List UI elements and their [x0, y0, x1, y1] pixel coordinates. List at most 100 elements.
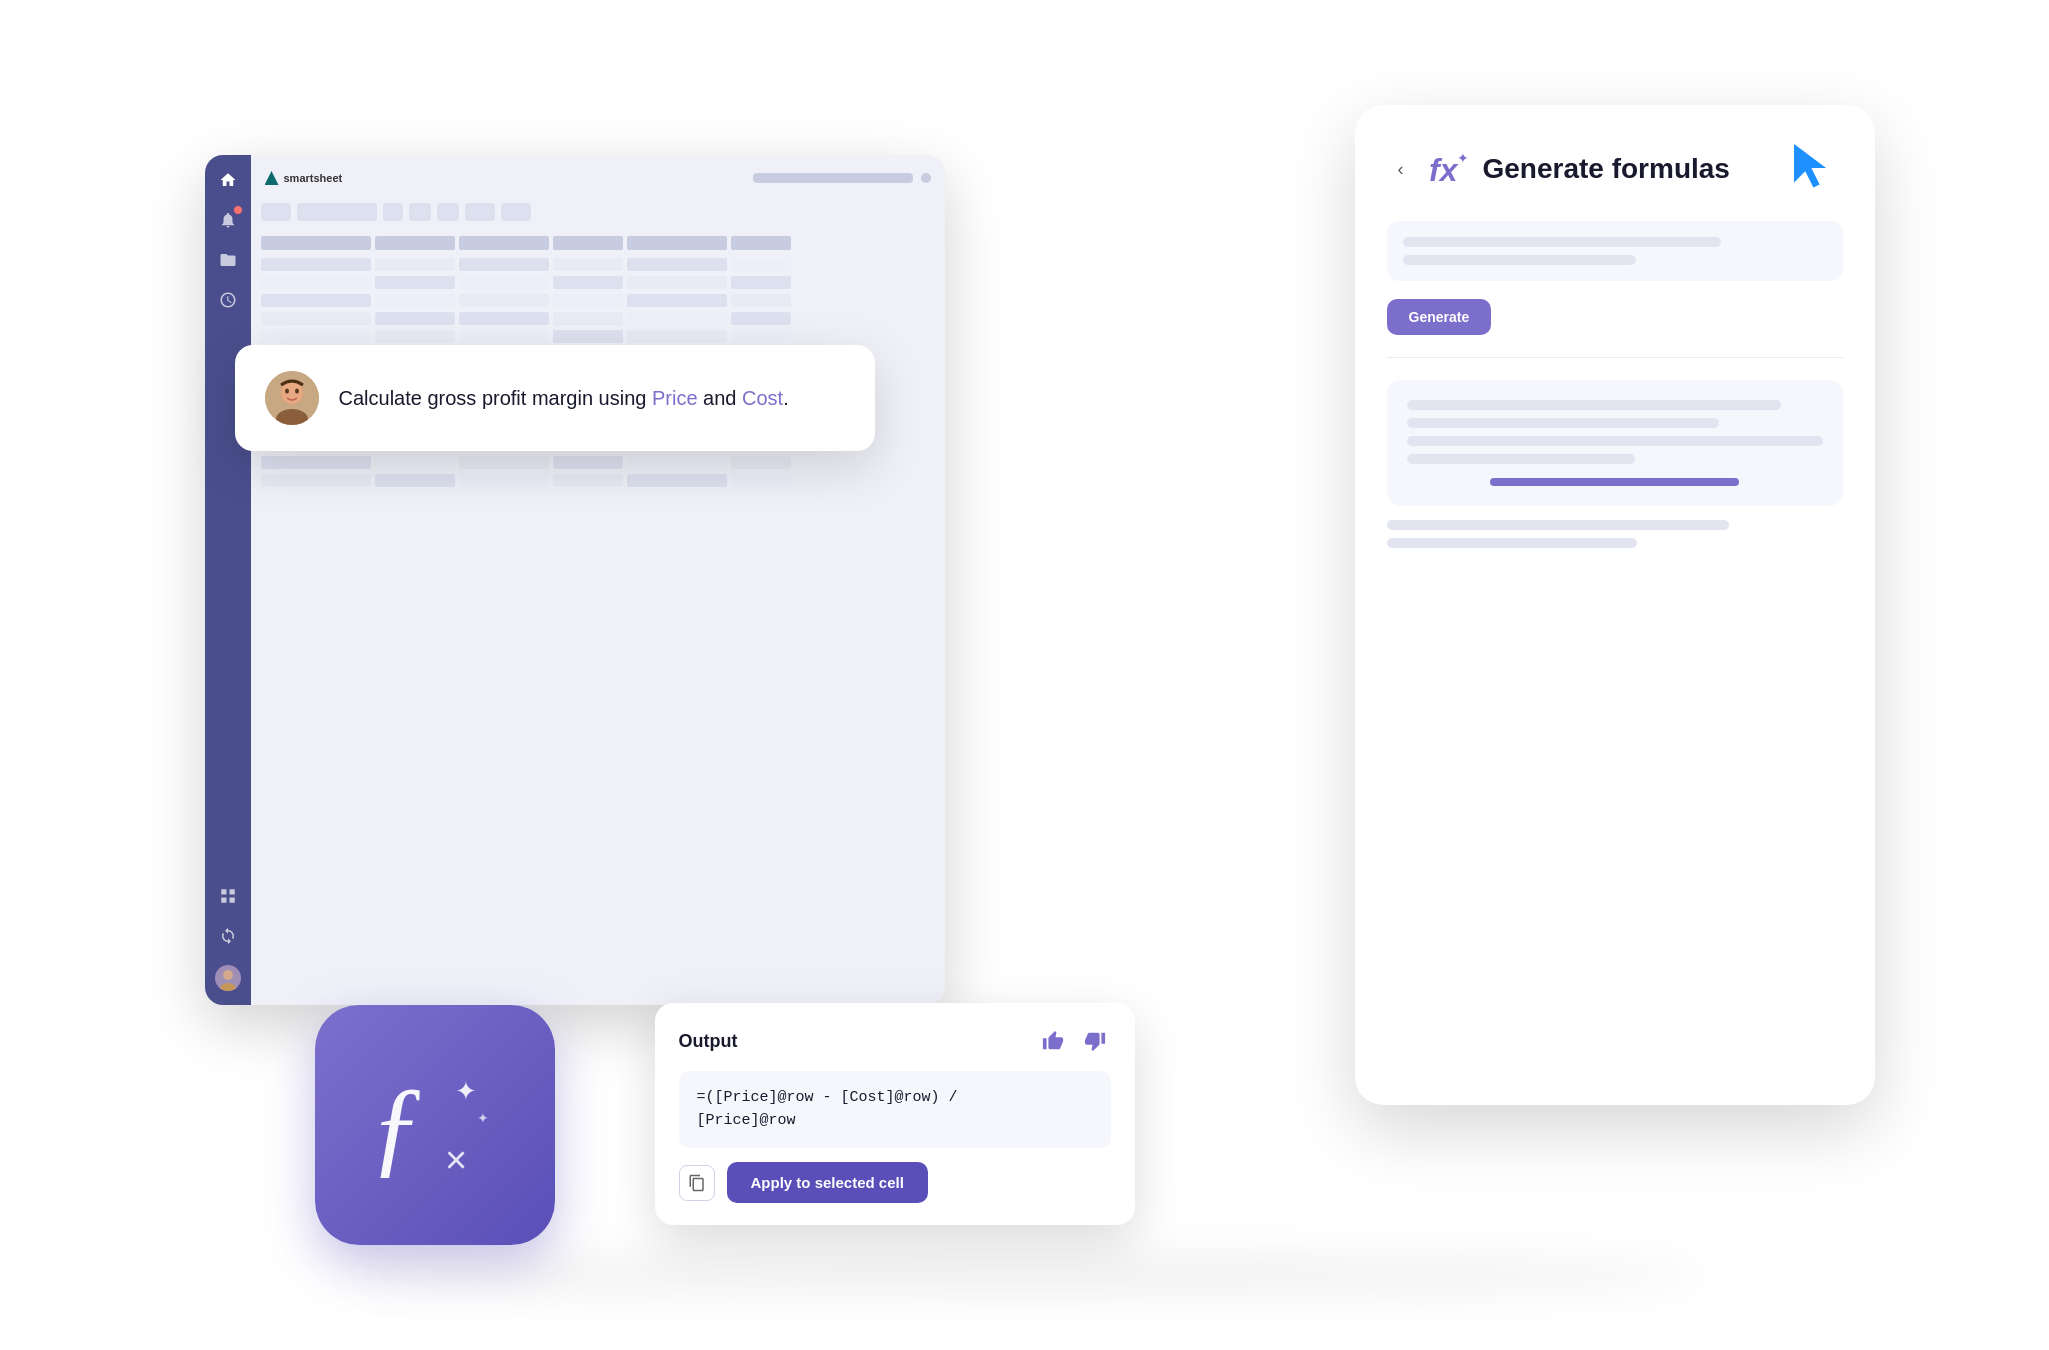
- svg-point-10: [285, 389, 289, 394]
- generate-button[interactable]: Generate: [1387, 299, 1492, 335]
- col-header-2: [375, 236, 455, 250]
- sidebar-icon-folder[interactable]: [217, 249, 239, 271]
- svg-text:fx: fx: [1429, 152, 1459, 188]
- result-line-2: [1407, 418, 1719, 428]
- thumbs-up-button[interactable]: [1037, 1025, 1069, 1057]
- input-area: [1387, 221, 1843, 281]
- sidebar-icon-bell[interactable]: [217, 209, 239, 231]
- tb-btn-7[interactable]: [501, 203, 531, 221]
- cell: [627, 276, 727, 289]
- sidebar-icon-clock[interactable]: [217, 289, 239, 311]
- sidebar-icon-home[interactable]: [217, 169, 239, 191]
- cell: [459, 276, 549, 289]
- app-window: smartsheet: [205, 155, 945, 1005]
- progress-line: [1490, 478, 1740, 486]
- cell: [375, 330, 455, 343]
- col-header-1: [261, 236, 371, 250]
- cursor-arrow-icon: [1783, 137, 1843, 197]
- table-row: [261, 312, 935, 325]
- formula-line-1: =([Price]@row - [Cost]@row) /: [697, 1089, 958, 1106]
- output-card: Output =([Price]@row - [Cost]@row) / [Pr…: [655, 1003, 1135, 1225]
- result-line-4: [1407, 454, 1636, 464]
- cell: [627, 294, 727, 307]
- apply-to-selected-cell-button[interactable]: Apply to selected cell: [727, 1162, 928, 1203]
- app-topbar: smartsheet: [261, 165, 935, 191]
- cell: [375, 456, 455, 469]
- cell: [375, 474, 455, 487]
- input-line-2: [1403, 255, 1636, 265]
- tb-btn-5[interactable]: [437, 203, 459, 221]
- cell: [261, 294, 371, 307]
- formula-text: =([Price]@row - [Cost]@row) / [Price]@ro…: [697, 1087, 1093, 1132]
- sidebar-icon-refresh[interactable]: [217, 925, 239, 947]
- prompt-cost-highlight: Cost: [742, 387, 783, 409]
- col-header-6: [731, 236, 791, 250]
- svg-text:✦: ✦: [455, 1076, 477, 1106]
- thumbs-container: [1037, 1025, 1111, 1057]
- cell: [553, 474, 623, 487]
- panel-header: ‹ fx ✦ Generate formulas: [1355, 105, 1875, 221]
- svg-text:✦: ✦: [477, 1110, 489, 1126]
- table-row: [261, 456, 935, 469]
- output-label: Output: [679, 1031, 738, 1052]
- cell: [553, 258, 623, 271]
- user-avatar[interactable]: [215, 965, 241, 991]
- cell: [731, 276, 791, 289]
- cell: [375, 258, 455, 271]
- cell: [459, 330, 549, 343]
- svg-text:×: ×: [445, 1139, 467, 1181]
- formula-icon-big: ƒ × ✦ ✦: [315, 1005, 555, 1245]
- result-block: [1387, 380, 1843, 506]
- output-header: Output: [679, 1025, 1111, 1057]
- cell: [459, 294, 549, 307]
- cell: [553, 276, 623, 289]
- col-header-3: [459, 236, 549, 250]
- tb-btn-3[interactable]: [383, 203, 403, 221]
- cell: [553, 456, 623, 469]
- cell: [375, 276, 455, 289]
- tb-btn-6[interactable]: [465, 203, 495, 221]
- cell: [553, 330, 623, 343]
- cell: [261, 474, 371, 487]
- col-header-4: [553, 236, 623, 250]
- back-button[interactable]: ‹: [1387, 155, 1415, 183]
- cell: [627, 312, 727, 325]
- table-row: [261, 330, 935, 343]
- tb-btn-4[interactable]: [409, 203, 431, 221]
- panel-body: Generate: [1355, 221, 1875, 1105]
- result-line-3: [1407, 436, 1823, 446]
- user-prompt-avatar: [265, 371, 319, 425]
- cell: [731, 258, 791, 271]
- fx-icon: fx ✦: [1427, 147, 1471, 191]
- cell: [627, 474, 727, 487]
- cell: [261, 258, 371, 271]
- tb-btn-1[interactable]: [261, 203, 291, 221]
- result-line-1: [1407, 400, 1781, 410]
- formula-box: =([Price]@row - [Cost]@row) / [Price]@ro…: [679, 1071, 1111, 1148]
- cell: [261, 456, 371, 469]
- cell: [459, 312, 549, 325]
- tb-btn-2[interactable]: [297, 203, 377, 221]
- table-row: [261, 258, 935, 271]
- col-header-5: [627, 236, 727, 250]
- cell: [627, 258, 727, 271]
- prompt-card: Calculate gross profit margin using Pric…: [235, 345, 875, 451]
- cell: [731, 330, 791, 343]
- cell: [731, 474, 791, 487]
- generate-formulas-panel: ‹ fx ✦ Generate formulas: [1355, 105, 1875, 1105]
- sidebar-icon-grid[interactable]: [217, 885, 239, 907]
- cell: [459, 258, 549, 271]
- logo-text: smartsheet: [284, 172, 343, 184]
- cell: [459, 474, 549, 487]
- search-bar-placeholder: [753, 173, 913, 183]
- toolbar-row: [261, 199, 935, 225]
- divider: [1387, 357, 1843, 358]
- logo-mark: [265, 171, 279, 185]
- result-lines: [1407, 400, 1823, 464]
- thumbs-down-button[interactable]: [1079, 1025, 1111, 1057]
- cell: [731, 294, 791, 307]
- cell: [459, 456, 549, 469]
- copy-button[interactable]: [679, 1165, 715, 1201]
- app-logo: smartsheet: [265, 171, 343, 185]
- svg-text:✦: ✦: [1457, 150, 1469, 166]
